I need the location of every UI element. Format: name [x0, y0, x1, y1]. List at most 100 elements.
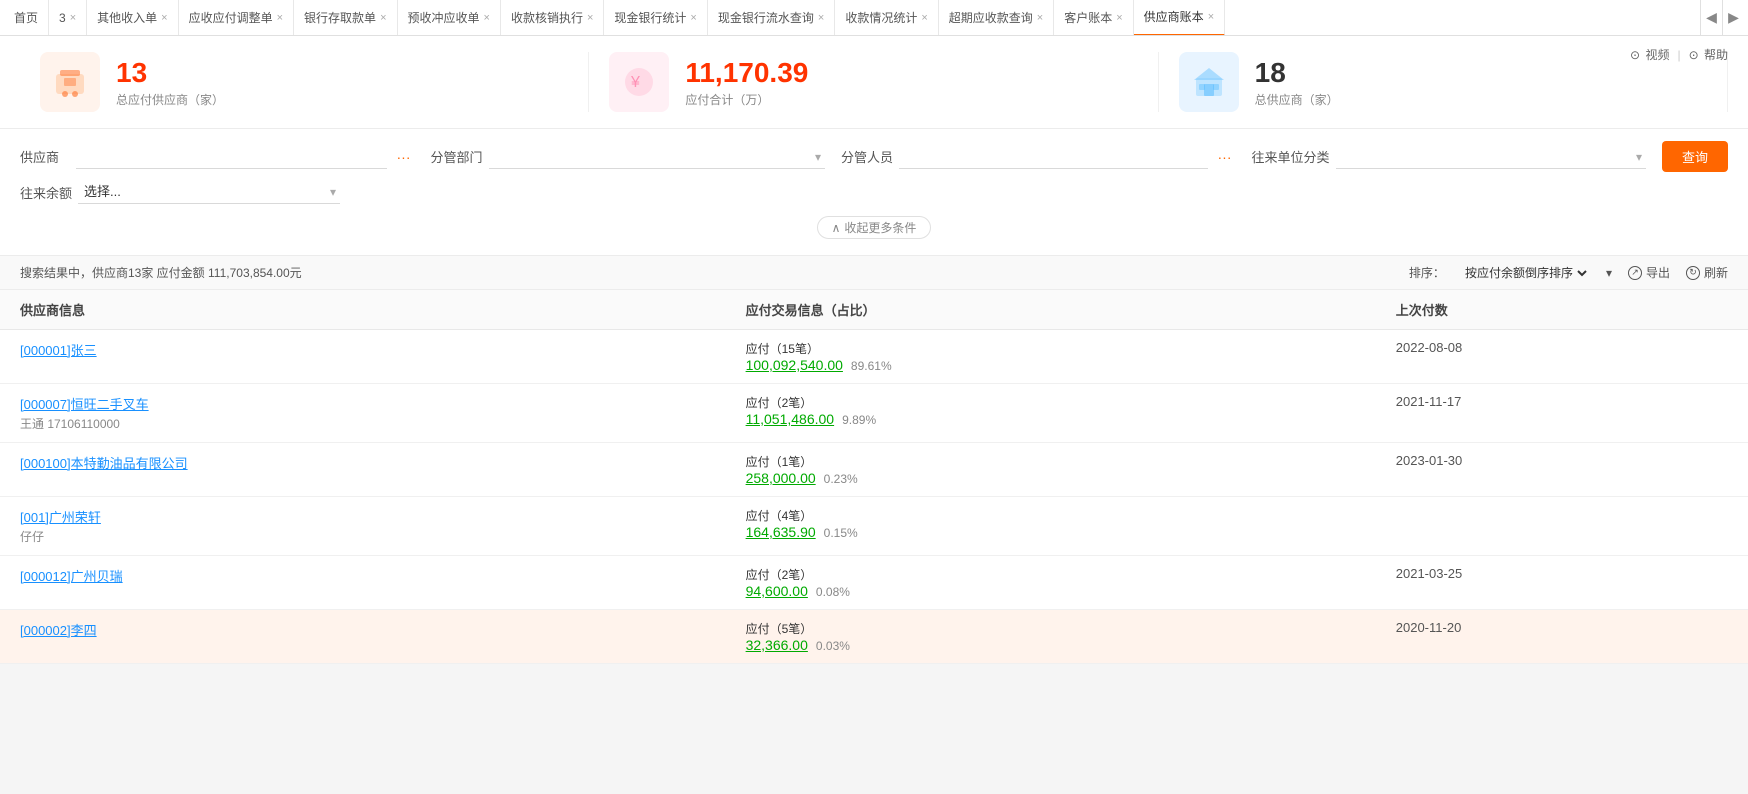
export-label: 导出	[1646, 264, 1670, 281]
tab-close-supplier-book[interactable]: ×	[1208, 11, 1214, 23]
help-link[interactable]: ⊙ 帮助	[1689, 46, 1728, 63]
video-link[interactable]: ⊙ 视频	[1630, 46, 1669, 63]
last-pay-date: 2021-03-25	[1396, 566, 1463, 581]
nav-left-arrow[interactable]: ◀	[1700, 0, 1722, 36]
collapse-up-icon: ∧	[832, 221, 841, 235]
tab-close-ar-ap-adjust[interactable]: ×	[277, 12, 283, 24]
supplier-link[interactable]: [000002]李四	[20, 623, 97, 638]
export-link[interactable]: ↗ 导出	[1628, 264, 1670, 281]
supplier-link[interactable]: [000012]广州贝瑞	[20, 569, 123, 584]
data-table-wrap: 供应商信息 应付交易信息（占比） 上次付数 [000001]张三应付（15笔）1…	[0, 290, 1748, 664]
person-ellipsis[interactable]: ···	[1214, 149, 1236, 165]
summary-bar: 13 总应付供应商（家） ¥ 11,170.39 应付合计（万）	[0, 36, 1748, 129]
nav-tab-other-income[interactable]: 其他收入单×	[87, 0, 178, 36]
tab-close-prepay-ar[interactable]: ×	[484, 12, 490, 24]
refresh-icon: ↻	[1686, 266, 1700, 280]
supplier-link[interactable]: [000100]本特勤油品有限公司	[20, 456, 188, 471]
supplier-link[interactable]: [000001]张三	[20, 343, 97, 358]
nav-tab-cash-bank-stat[interactable]: 现金银行统计×	[604, 0, 707, 36]
tab-close-tab3[interactable]: ×	[70, 12, 76, 24]
nav-tab-bank-deposit[interactable]: 银行存取款单×	[294, 0, 397, 36]
payable-pct: 0.15%	[824, 526, 858, 540]
total-supplier-label: 总供应商（家）	[1255, 91, 1339, 108]
nav-tab-receipt-stat[interactable]: 收款情况统计×	[835, 0, 938, 36]
col-last-pay: 上次付数	[1376, 290, 1748, 330]
tab-close-other-income[interactable]: ×	[161, 12, 167, 24]
divider: |	[1677, 48, 1680, 62]
nav-tab-home[interactable]: 首页	[4, 0, 49, 36]
query-button[interactable]: 查询	[1662, 141, 1728, 172]
supplier-ellipsis[interactable]: ···	[393, 149, 415, 165]
payable-info-cell: 应付（5笔）32,366.000.03%	[726, 610, 1376, 664]
payable-amount[interactable]: 94,600.00	[746, 583, 808, 599]
payable-pct: 0.03%	[816, 639, 850, 653]
sort-chevron: ▾	[1606, 266, 1612, 280]
supplier-info-cell: [000012]广州贝瑞	[0, 556, 726, 610]
dept-filter-label: 分管部门	[431, 147, 483, 166]
supplier-icon	[40, 52, 100, 112]
tab-close-receipt-verify[interactable]: ×	[587, 12, 593, 24]
filter-item-supplier: 供应商 ···	[20, 145, 415, 169]
summary-item-suppliers: 13 总应付供应商（家）	[20, 52, 589, 112]
tab-close-receipt-stat[interactable]: ×	[921, 12, 927, 24]
last-pay-cell: 2022-08-08	[1376, 330, 1748, 384]
payable-amount[interactable]: 164,635.90	[746, 524, 816, 540]
balance-select-wrap: 选择... ▾	[78, 180, 340, 204]
last-pay-date: 2020-11-20	[1396, 620, 1462, 635]
export-icon: ↗	[1628, 266, 1642, 280]
person-input[interactable]	[899, 145, 1207, 169]
nav-tab-overdue-ar[interactable]: 超期应收款查询×	[939, 0, 1054, 36]
last-pay-cell: 2020-11-20	[1376, 610, 1748, 664]
payable-amount[interactable]: 258,000.00	[746, 470, 816, 486]
payable-info-cell: 应付（1笔）258,000.00 0.23%	[726, 443, 1376, 497]
tab-close-overdue-ar[interactable]: ×	[1037, 12, 1043, 24]
dept-select[interactable]	[489, 145, 825, 169]
supplier-link[interactable]: [001]广州荣轩	[20, 510, 101, 525]
payable-info-cell: 应付（2笔）94,600.000.08%	[726, 556, 1376, 610]
collapse-button[interactable]: ∧ 收起更多条件	[817, 216, 932, 239]
dept-select-wrap: ▾	[489, 145, 825, 169]
payable-info-cell: 应付（2笔）11,051,486.009.89%	[726, 384, 1376, 443]
payable-pct: 9.89%	[842, 413, 876, 427]
payable-icon: ¥	[609, 52, 669, 112]
nav-tab-receipt-verify[interactable]: 收款核销执行×	[501, 0, 604, 36]
payable-total-label: 应付合计（万）	[685, 91, 808, 108]
filter-item-balance: 往来余额 选择... ▾	[20, 180, 340, 204]
nav-right-arrow[interactable]: ▶	[1722, 0, 1744, 36]
table-row: [000002]李四应付（5笔）32,366.000.03%2020-11-20	[0, 610, 1748, 664]
payable-count: 应付（1笔）	[746, 453, 1356, 470]
supplier-info-cell: [000002]李四	[0, 610, 726, 664]
sort-select[interactable]: 按应付余额倒序排序	[1461, 265, 1590, 281]
last-pay-date: 2021-11-17	[1396, 394, 1462, 409]
category-select-wrap: ▾	[1336, 145, 1646, 169]
summary-text-total: 18 总供应商（家）	[1255, 56, 1339, 109]
payable-pct: 0.23%	[824, 472, 858, 486]
payable-count: 应付（2笔）	[746, 566, 1356, 583]
supplier-count-label: 总应付供应商（家）	[116, 91, 224, 108]
refresh-label: 刷新	[1704, 264, 1728, 281]
nav-tab-supplier-book[interactable]: 供应商账本×	[1134, 0, 1225, 36]
nav-tab-ar-ap-adjust[interactable]: 应收应付调整单×	[179, 0, 294, 36]
nav-tab-customer-book[interactable]: 客户账本×	[1054, 0, 1133, 36]
payable-amount[interactable]: 32,366.00	[746, 637, 808, 653]
nav-tab-tab3[interactable]: 3×	[49, 0, 87, 36]
nav-tab-prepay-ar[interactable]: 预收冲应收单×	[398, 0, 501, 36]
table-row: [000007]恒旺二手叉车王通 17106110000应付（2笔）11,051…	[0, 384, 1748, 443]
balance-select[interactable]: 选择...	[78, 180, 340, 204]
table-row: [001]广州荣轩仔仔应付（4笔）164,635.900.15%	[0, 497, 1748, 556]
payable-count: 应付（4笔）	[746, 507, 1356, 524]
person-filter-label: 分管人员	[841, 147, 893, 166]
tab-close-bank-deposit[interactable]: ×	[380, 12, 386, 24]
tab-close-cash-bank-stat[interactable]: ×	[690, 12, 696, 24]
tab-close-cash-flow-query[interactable]: ×	[818, 12, 824, 24]
payable-amount[interactable]: 100,092,540.00	[746, 357, 843, 373]
category-select[interactable]	[1336, 145, 1646, 169]
tab-close-customer-book[interactable]: ×	[1116, 12, 1122, 24]
supplier-sub: 王通 17106110000	[20, 415, 706, 432]
payable-amount[interactable]: 11,051,486.00	[746, 411, 835, 427]
supplier-input[interactable]	[76, 145, 387, 169]
payable-info-cell: 应付（15笔）100,092,540.0089.61%	[726, 330, 1376, 384]
refresh-link[interactable]: ↻ 刷新	[1686, 264, 1728, 281]
supplier-link[interactable]: [000007]恒旺二手叉车	[20, 397, 149, 412]
nav-tab-cash-flow-query[interactable]: 现金银行流水查询×	[708, 0, 835, 36]
